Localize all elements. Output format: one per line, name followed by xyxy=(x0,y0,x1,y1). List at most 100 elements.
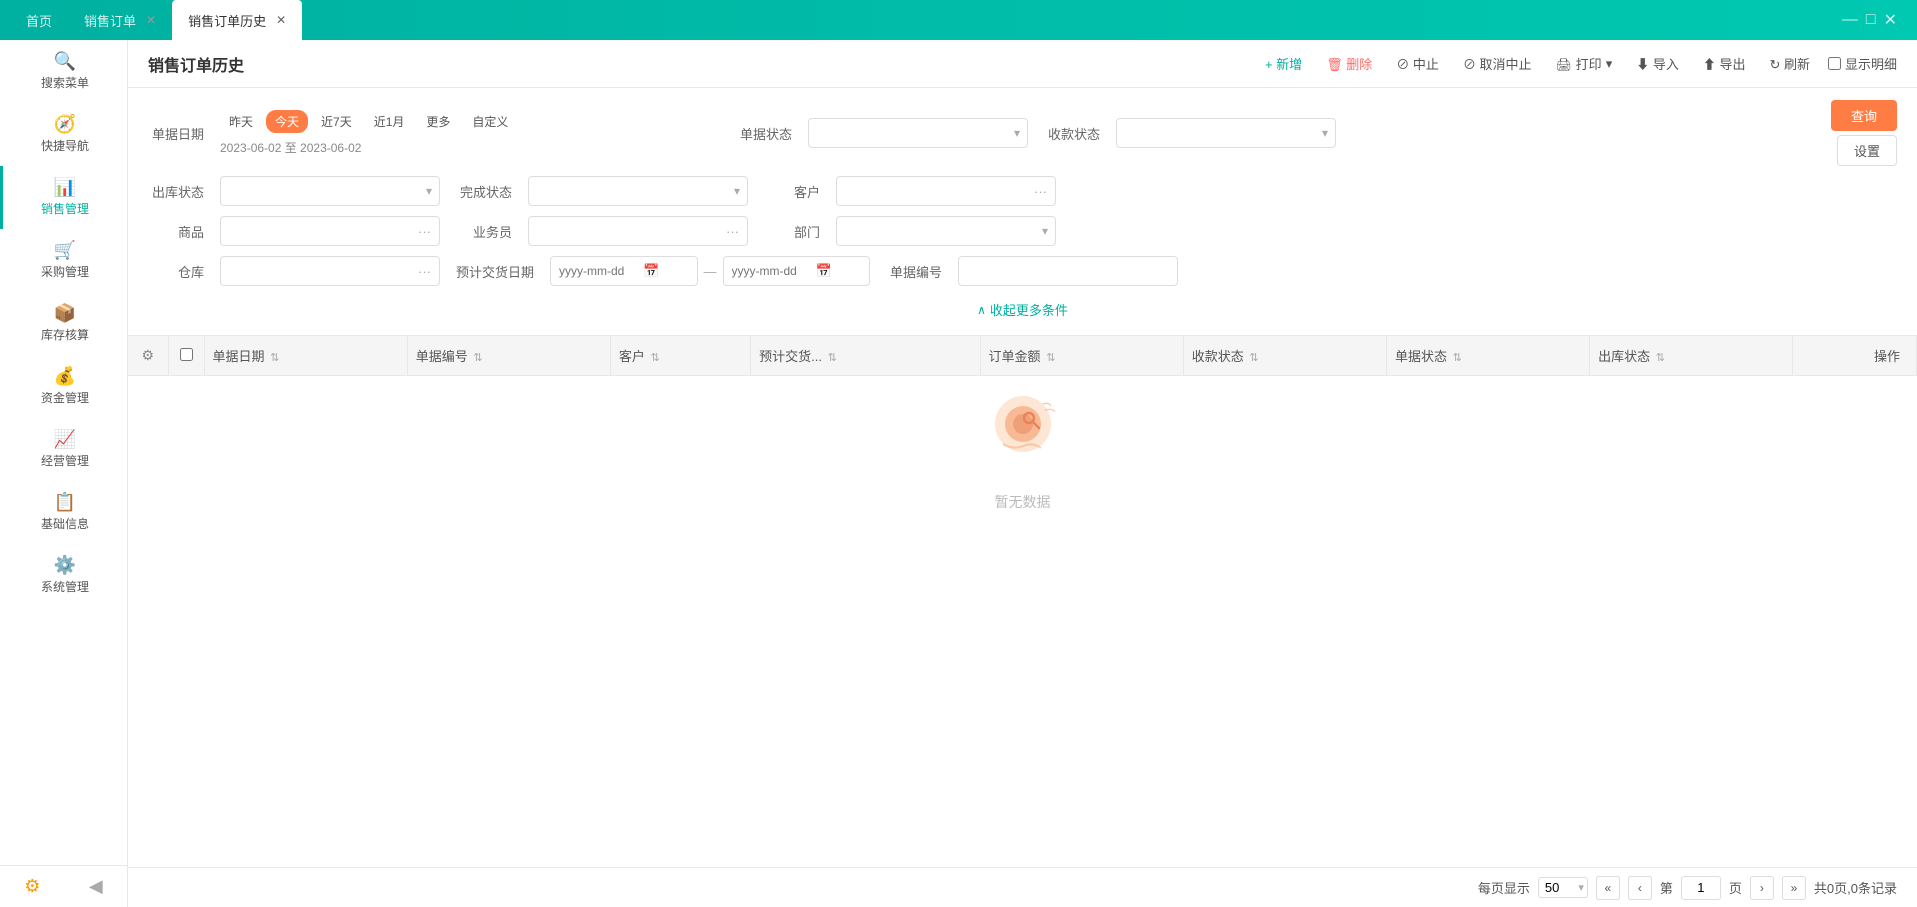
next-page-button[interactable]: › xyxy=(1750,876,1774,900)
sidebar-item-sales[interactable]: 📊 销售管理 xyxy=(0,166,127,229)
product-input[interactable] xyxy=(229,224,418,239)
page-header: 销售订单历史 + 新增 🗑 删除 ⊘ 中止 ⊘ 取消中止 🖨 打印 ▾ xyxy=(128,40,1917,88)
customer-label: 客户 xyxy=(764,182,820,201)
print-button[interactable]: 🖨 打印 ▾ xyxy=(1550,50,1619,77)
gear-icon[interactable]: ⚙ xyxy=(141,347,154,363)
warehouse-label: 仓库 xyxy=(148,262,204,281)
maximize-icon[interactable]: □ xyxy=(1866,11,1876,29)
tab-sales-order-history[interactable]: 销售订单历史 ✕ xyxy=(172,0,302,40)
sidebar: 🔍 搜索菜单 🧭 快捷导航 📊 销售管理 🛒 采购管理 📦 库存核算 💰 资金管… xyxy=(0,40,128,907)
settings-column-header[interactable]: ⚙ xyxy=(128,336,168,376)
table-wrapper: ⚙ 单据日期 ⇅ 单据编号 ⇅ xyxy=(128,336,1917,907)
calendar-end-icon[interactable]: 📅 xyxy=(816,263,832,279)
customer-control: ··· xyxy=(836,176,1056,206)
show-detail-check[interactable] xyxy=(1828,57,1841,70)
date-tag-more[interactable]: 更多 xyxy=(417,110,459,133)
operations-icon: 📈 xyxy=(54,430,76,448)
product-ellipsis[interactable]: ··· xyxy=(418,224,431,239)
warehouse-input[interactable] xyxy=(229,264,418,279)
filter-area: 单据日期 昨天 今天 近7天 近1月 更多 自定义 2023-06-02 至 2… xyxy=(128,88,1917,336)
order-status-sort-icon: ⇅ xyxy=(1453,352,1462,364)
search-menu-icon: 🔍 xyxy=(54,52,76,70)
sidebar-item-system[interactable]: ⚙️ 系统管理 xyxy=(0,544,127,607)
date-tag-custom[interactable]: 自定义 xyxy=(463,110,517,133)
sidebar-item-finance[interactable]: 💰 资金管理 xyxy=(0,355,127,418)
complete-status-control: ▾ xyxy=(528,176,748,206)
collapse-row[interactable]: ∧ 收起更多条件 xyxy=(148,296,1897,323)
page-title: 销售订单历史 xyxy=(148,52,244,76)
select-all-checkbox[interactable] xyxy=(180,348,193,361)
delivery-date-end-input[interactable] xyxy=(732,264,812,278)
total-records-label: 共0页,0条记录 xyxy=(1814,878,1897,897)
date-tag-yesterday[interactable]: 昨天 xyxy=(220,110,262,133)
order-date-column[interactable]: 单据日期 ⇅ xyxy=(204,336,407,376)
prev-page-button[interactable]: ‹ xyxy=(1628,876,1652,900)
sidebar-item-quick-nav[interactable]: 🧭 快捷导航 xyxy=(0,103,127,166)
calendar-start-icon[interactable]: 📅 xyxy=(643,263,659,279)
product-label: 商品 xyxy=(148,222,204,241)
outbound-status-select[interactable] xyxy=(220,176,440,206)
empty-illustration xyxy=(973,376,1073,476)
close-sales-order-tab[interactable]: ✕ xyxy=(146,13,156,27)
first-page-button[interactable]: « xyxy=(1596,876,1620,900)
tab-sales-order[interactable]: 销售订单 ✕ xyxy=(68,0,172,40)
customer-column[interactable]: 客户 ⇅ xyxy=(610,336,750,376)
top-bar: 首页 销售订单 ✕ 销售订单历史 ✕ — □ ✕ xyxy=(0,0,1917,40)
date-tag-7days[interactable]: 近7天 xyxy=(312,110,361,133)
show-detail-checkbox[interactable]: 显示明细 xyxy=(1828,54,1897,73)
minimize-icon[interactable]: — xyxy=(1842,11,1858,29)
sidebar-item-operations[interactable]: 📈 经营管理 xyxy=(0,418,127,481)
filter-row-2: 出库状态 ▾ 完成状态 ▾ 客户 ··· xyxy=(148,176,1897,206)
delivery-date-end: 📅 xyxy=(723,256,871,286)
add-button[interactable]: + 新增 xyxy=(1259,50,1308,77)
receipt-status-column[interactable]: 收款状态 ⇅ xyxy=(1183,336,1386,376)
last-page-button[interactable]: » xyxy=(1782,876,1806,900)
customer-input[interactable] xyxy=(845,184,1034,199)
table-header-row: ⚙ 单据日期 ⇅ 单据编号 ⇅ xyxy=(128,336,1917,376)
sidebar-item-search[interactable]: 🔍 搜索菜单 xyxy=(0,40,127,103)
checkbox-column-header xyxy=(168,336,204,376)
cancel-stop-button[interactable]: ⊘ 取消中止 xyxy=(1457,50,1538,77)
order-status-column[interactable]: 单据状态 ⇅ xyxy=(1386,336,1589,376)
order-status-select[interactable] xyxy=(808,118,1028,148)
inventory-icon: 📦 xyxy=(54,304,76,322)
customer-ellipsis[interactable]: ··· xyxy=(1034,184,1047,199)
salesperson-input[interactable] xyxy=(537,224,726,239)
date-tag-1month[interactable]: 近1月 xyxy=(365,110,414,133)
collapse-label: 收起更多条件 xyxy=(990,300,1068,319)
system-icon: ⚙️ xyxy=(54,556,76,574)
export-button[interactable]: ⬆ 导出 xyxy=(1697,50,1752,77)
complete-status-select[interactable] xyxy=(528,176,748,206)
close-window-icon[interactable]: ✕ xyxy=(1884,10,1897,30)
order-no-input[interactable] xyxy=(958,256,1178,286)
delivery-sort-icon: ⇅ xyxy=(828,352,837,364)
settings-bottom-icon[interactable]: ⚙ xyxy=(24,876,40,897)
refresh-button[interactable]: ↻ 刷新 xyxy=(1763,50,1816,77)
query-button[interactable]: 查询 xyxy=(1831,100,1897,131)
page-word: 第 xyxy=(1660,878,1673,897)
sidebar-item-basic-info[interactable]: 📋 基础信息 xyxy=(0,481,127,544)
order-no-column[interactable]: 单据编号 ⇅ xyxy=(407,336,610,376)
dept-select[interactable] xyxy=(836,216,1056,246)
outbound-status-column[interactable]: 出库状态 ⇅ xyxy=(1590,336,1793,376)
current-page-input[interactable] xyxy=(1681,876,1721,900)
tab-home[interactable]: 首页 xyxy=(10,0,68,40)
receipt-status-select[interactable] xyxy=(1116,118,1336,148)
stop-button[interactable]: ⊘ 中止 xyxy=(1390,50,1445,77)
sidebar-item-inventory[interactable]: 📦 库存核算 xyxy=(0,292,127,355)
date-tag-today[interactable]: 今天 xyxy=(266,110,308,133)
import-button[interactable]: ⬇ 导入 xyxy=(1630,50,1685,77)
warehouse-ellipsis[interactable]: ··· xyxy=(418,264,431,279)
sidebar-item-purchase[interactable]: 🛒 采购管理 xyxy=(0,229,127,292)
close-sales-order-history-tab[interactable]: ✕ xyxy=(276,13,286,27)
delivery-column[interactable]: 预计交货... ⇅ xyxy=(751,336,980,376)
set-button[interactable]: 设置 xyxy=(1837,135,1897,166)
delete-button[interactable]: 🗑 删除 xyxy=(1320,50,1378,77)
amount-column[interactable]: 订单金额 ⇅ xyxy=(980,336,1183,376)
collapse-sidebar-icon[interactable]: ◀ xyxy=(89,876,103,897)
salesperson-ellipsis[interactable]: ··· xyxy=(726,224,739,239)
salesperson-control: ··· xyxy=(528,216,748,246)
filter-row-4: 仓库 ··· 预计交货日期 📅 — 📅 xyxy=(148,256,1897,286)
page-size-select[interactable]: 10 20 50 100 xyxy=(1538,877,1588,898)
delivery-date-start-input[interactable] xyxy=(559,264,639,278)
